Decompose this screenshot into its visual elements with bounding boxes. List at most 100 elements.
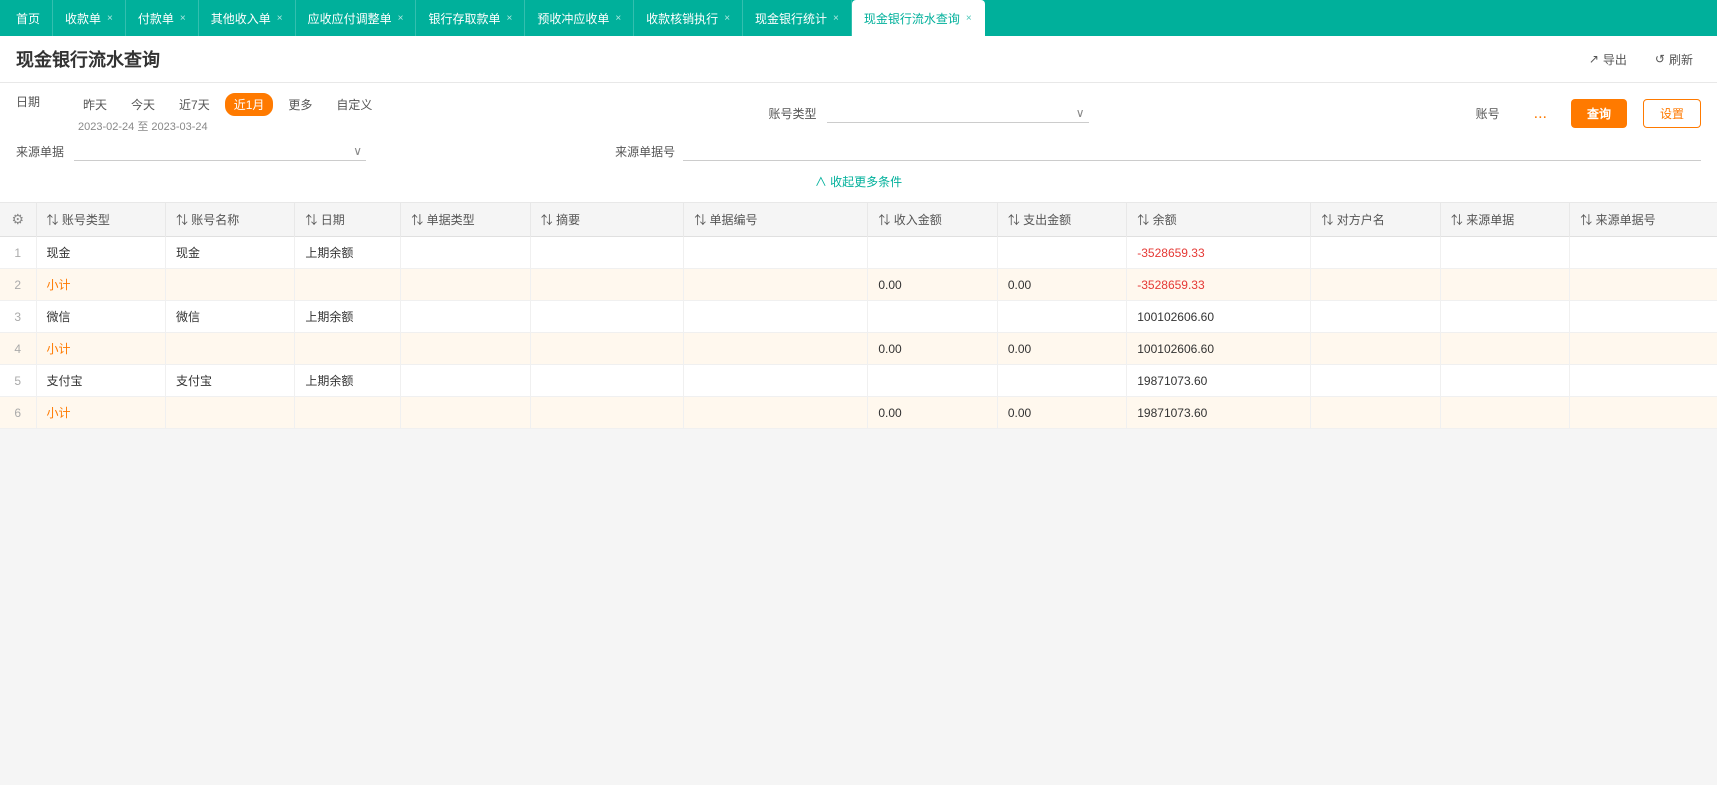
- close-icon-other-income[interactable]: ×: [277, 13, 283, 24]
- settings-button[interactable]: 设置: [1643, 99, 1701, 128]
- table-wrapper: ⚙ ⇅ 账号类型 ⇅ 账号名称 ⇅ 日期 ⇅ 单据类型 ⇅ 摘要: [0, 203, 1717, 429]
- col-expense-label: ⇅ 支出金额: [1008, 213, 1071, 227]
- nav-label-home: 首页: [16, 10, 40, 27]
- row-balance-2: 100102606.60: [1127, 301, 1311, 333]
- collapse-bar[interactable]: ∧ 收起更多条件: [16, 169, 1701, 194]
- row-account-type-2: 微信: [36, 301, 165, 333]
- col-doc-number-label: ⇅ 单据编号: [694, 213, 757, 227]
- row-account-type-3: 小计: [36, 333, 165, 365]
- row-expense-0: [997, 237, 1126, 269]
- export-icon: ↗: [1589, 52, 1599, 66]
- row-summary-5: [530, 397, 683, 429]
- row-account-name-3: [165, 333, 294, 365]
- date-btn-more[interactable]: 更多: [279, 93, 321, 116]
- refresh-button[interactable]: ↺ 刷新: [1647, 47, 1701, 72]
- close-icon-payment[interactable]: ×: [180, 13, 186, 24]
- row-balance-4: 19871073.60: [1127, 365, 1311, 397]
- page-title: 现金银行流水查询: [16, 46, 160, 72]
- row-summary-1: [530, 269, 683, 301]
- row-date-2: 上期余额: [295, 301, 401, 333]
- refresh-icon: ↺: [1655, 52, 1665, 66]
- close-icon-prepayment[interactable]: ×: [615, 13, 621, 24]
- nav-item-receipt[interactable]: 收款单 ×: [53, 0, 126, 36]
- nav-label-prepayment: 预收冲应收单: [537, 10, 609, 27]
- col-summary[interactable]: ⇅ 摘要: [530, 203, 683, 237]
- dots-button[interactable]: ...: [1534, 105, 1547, 123]
- source-doc-num-input[interactable]: [683, 142, 1701, 161]
- row-account-type-0: 现金: [36, 237, 165, 269]
- row-source-doc-num-4: [1570, 365, 1717, 397]
- nav-label-collection: 收款核销执行: [646, 10, 718, 27]
- nav-item-prepayment[interactable]: 预收冲应收单 ×: [525, 0, 634, 36]
- col-source-doc[interactable]: ⇅ 来源单据: [1440, 203, 1569, 237]
- row-account-type-4: 支付宝: [36, 365, 165, 397]
- row-doc-number-2: [684, 301, 868, 333]
- gear-icon[interactable]: ⚙: [11, 211, 24, 227]
- account-type-filter: 账号类型 ∨: [769, 104, 1089, 123]
- row-summary-0: [530, 237, 683, 269]
- close-icon-receipt[interactable]: ×: [107, 13, 113, 24]
- row-date-1: [295, 269, 401, 301]
- row-expense-3: 0.00: [997, 333, 1126, 365]
- row-counterparty-5: [1311, 397, 1440, 429]
- col-expense[interactable]: ⇅ 支出金额: [997, 203, 1126, 237]
- row-account-name-2: 微信: [165, 301, 294, 333]
- nav-item-bank-flow[interactable]: 现金银行流水查询 ×: [852, 0, 985, 36]
- account-label: 账号: [1476, 105, 1526, 122]
- nav-item-collection[interactable]: 收款核销执行 ×: [634, 0, 743, 36]
- row-date-0: 上期余额: [295, 237, 401, 269]
- row-source-doc-num-2: [1570, 301, 1717, 333]
- date-range-display: 2023-02-24 至 2023-03-24: [78, 118, 381, 134]
- nav-item-payment[interactable]: 付款单 ×: [126, 0, 199, 36]
- row-num-5: 6: [0, 397, 36, 429]
- col-counterparty[interactable]: ⇅ 对方户名: [1311, 203, 1440, 237]
- date-btn-today[interactable]: 今天: [122, 93, 164, 116]
- export-button[interactable]: ↗ 导出: [1581, 47, 1635, 72]
- nav-item-home[interactable]: 首页: [4, 0, 53, 36]
- source-doc-num-label: 来源单据号: [615, 143, 675, 160]
- col-account-type[interactable]: ⇅ 账号类型: [36, 203, 165, 237]
- col-summary-label: ⇅ 摘要: [541, 213, 580, 227]
- row-account-type-1: 小计: [36, 269, 165, 301]
- account-type-label: 账号类型: [769, 105, 819, 122]
- close-icon-adjustment[interactable]: ×: [398, 13, 404, 24]
- close-icon-bank-deposit[interactable]: ×: [506, 13, 512, 24]
- nav-item-other-income[interactable]: 其他收入单 ×: [199, 0, 296, 36]
- close-icon-bank-flow[interactable]: ×: [966, 13, 972, 24]
- refresh-label: 刷新: [1669, 51, 1693, 68]
- col-income[interactable]: ⇅ 收入金额: [868, 203, 997, 237]
- date-label: 日期: [16, 93, 66, 110]
- row-counterparty-3: [1311, 333, 1440, 365]
- date-btn-1month[interactable]: 近1月: [225, 93, 274, 116]
- date-btn-custom[interactable]: 自定义: [327, 93, 381, 116]
- page-header: 现金银行流水查询 ↗ 导出 ↺ 刷新: [0, 36, 1717, 83]
- source-doc-select[interactable]: ∨: [74, 142, 366, 161]
- collapse-label: ∧ 收起更多条件: [815, 175, 902, 189]
- nav-item-bank-deposit[interactable]: 银行存取款单 ×: [416, 0, 525, 36]
- row-account-type-5: 小计: [36, 397, 165, 429]
- col-balance[interactable]: ⇅ 余额: [1127, 203, 1311, 237]
- date-btn-7days[interactable]: 近7天: [170, 93, 219, 116]
- col-doc-type-label: ⇅ 单据类型: [411, 213, 474, 227]
- source-doc-filter: 来源单据 ∨: [16, 142, 366, 161]
- col-account-name[interactable]: ⇅ 账号名称: [165, 203, 294, 237]
- nav-label-other-income: 其他收入单: [211, 10, 271, 27]
- close-icon-bank-stats[interactable]: ×: [833, 13, 839, 24]
- query-button[interactable]: 查询: [1571, 99, 1627, 128]
- row-doc-number-1: [684, 269, 868, 301]
- row-account-name-0: 现金: [165, 237, 294, 269]
- nav-item-adjustment[interactable]: 应收应付调整单 ×: [296, 0, 417, 36]
- col-date[interactable]: ⇅ 日期: [295, 203, 401, 237]
- col-source-doc-num[interactable]: ⇅ 来源单据号: [1570, 203, 1717, 237]
- row-num-2: 3: [0, 301, 36, 333]
- col-doc-number[interactable]: ⇅ 单据编号: [684, 203, 868, 237]
- nav-item-bank-stats[interactable]: 现金银行统计 ×: [743, 0, 852, 36]
- row-doc-number-4: [684, 365, 868, 397]
- account-type-select[interactable]: ∨: [827, 104, 1089, 123]
- nav-label-receipt: 收款单: [65, 10, 101, 27]
- close-icon-collection[interactable]: ×: [724, 13, 730, 24]
- col-doc-type[interactable]: ⇅ 单据类型: [401, 203, 530, 237]
- export-label: 导出: [1603, 51, 1627, 68]
- row-num-1: 2: [0, 269, 36, 301]
- date-btn-yesterday[interactable]: 昨天: [74, 93, 116, 116]
